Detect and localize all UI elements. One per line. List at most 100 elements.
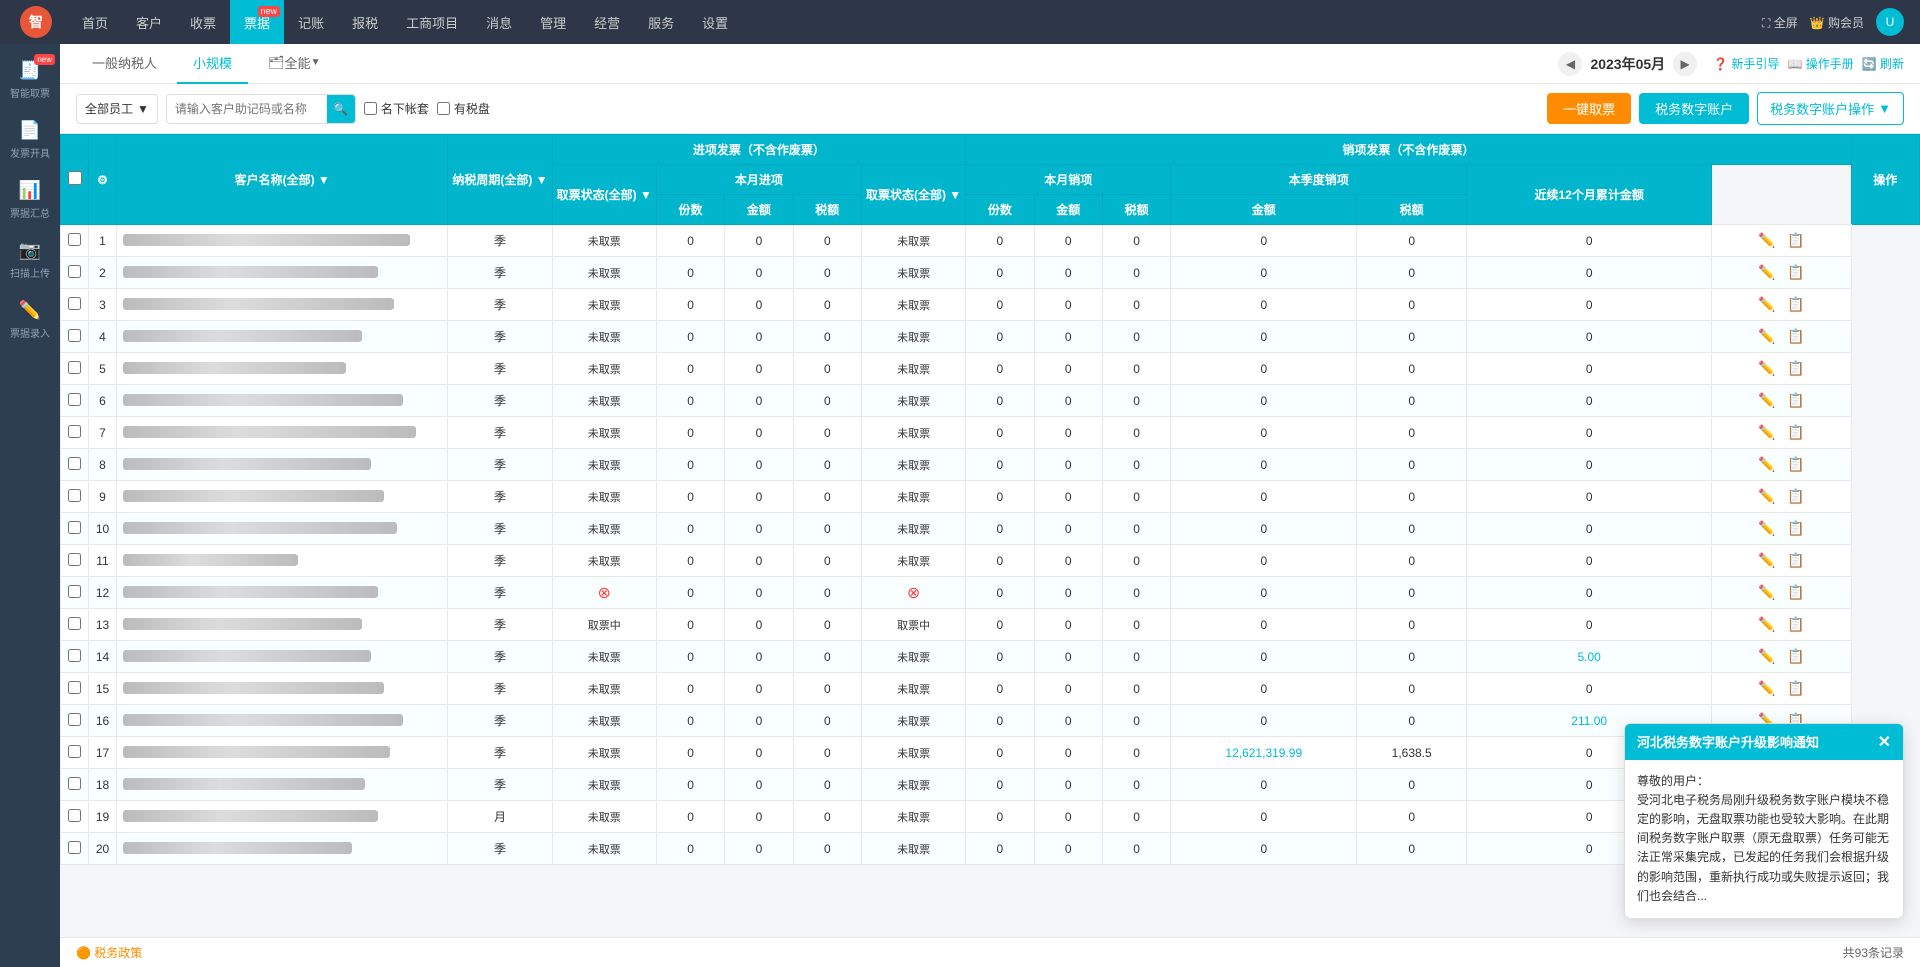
tax-disc-checkbox[interactable]: 有税盘: [437, 100, 490, 117]
edit-btn[interactable]: ✏️: [1754, 550, 1779, 571]
row-checkbox[interactable]: [68, 553, 81, 566]
row-checkbox[interactable]: [68, 361, 81, 374]
sidebar-item-scan-upload[interactable]: 📷 扫描上传: [3, 232, 57, 288]
row-in-tax: 0: [793, 705, 861, 737]
row-checkbox[interactable]: [68, 521, 81, 534]
tax-policy-link[interactable]: 🟠 税务政策: [76, 944, 142, 961]
edit-btn[interactable]: ✏️: [1754, 646, 1779, 667]
nav-item-manage[interactable]: 管理: [526, 0, 580, 44]
nav-item-customer[interactable]: 客户: [122, 0, 176, 44]
edit-btn[interactable]: ✏️: [1754, 262, 1779, 283]
nav-item-business[interactable]: 工商项目: [392, 0, 472, 44]
edit-btn[interactable]: ✏️: [1754, 454, 1779, 475]
nav-item-operation[interactable]: 经营: [580, 0, 634, 44]
search-button[interactable]: 🔍: [327, 94, 355, 124]
row-checkbox[interactable]: [68, 393, 81, 406]
row-quarter-tax: 0: [1357, 577, 1467, 609]
one-click-invoice-btn[interactable]: 一键取票: [1547, 93, 1631, 124]
nav-item-message[interactable]: 消息: [472, 0, 526, 44]
nav-item-service[interactable]: 服务: [634, 0, 688, 44]
edit-btn[interactable]: ✏️: [1754, 230, 1779, 251]
refresh-btn[interactable]: 🔄 刷新: [1862, 55, 1904, 72]
avatar[interactable]: U: [1876, 8, 1904, 36]
nav-item-home[interactable]: 首页: [68, 0, 122, 44]
copy-btn[interactable]: 📋: [1783, 294, 1808, 315]
row-checkbox[interactable]: [68, 745, 81, 758]
edit-btn[interactable]: ✏️: [1754, 358, 1779, 379]
th-in-ticket-status[interactable]: 取票状态(全部) ▼: [552, 165, 656, 225]
sidebar-item-open-invoice[interactable]: 📄 发票开具: [3, 112, 57, 168]
in-status-text: 未取票: [588, 364, 621, 376]
member-btn[interactable]: 👑 购会员: [1810, 14, 1864, 31]
th-customer-name[interactable]: 客户名称(全部) ▼: [117, 135, 448, 225]
row-checkbox[interactable]: [68, 329, 81, 342]
edit-btn[interactable]: ✏️: [1754, 486, 1779, 507]
sub-nav-small-scale[interactable]: 小规模: [177, 44, 248, 84]
copy-btn[interactable]: 📋: [1783, 582, 1808, 603]
edit-btn[interactable]: ✏️: [1754, 614, 1779, 635]
row-checkbox[interactable]: [68, 841, 81, 854]
row-checkbox[interactable]: [68, 489, 81, 502]
th-out-ticket-status[interactable]: 取票状态(全部) ▼: [861, 165, 965, 225]
copy-btn[interactable]: 📋: [1783, 614, 1808, 635]
copy-btn[interactable]: 📋: [1783, 678, 1808, 699]
copy-btn[interactable]: 📋: [1783, 486, 1808, 507]
edit-btn[interactable]: ✏️: [1754, 390, 1779, 411]
row-checkbox[interactable]: [68, 233, 81, 246]
nav-item-tax[interactable]: 报税: [338, 0, 392, 44]
row-checkbox[interactable]: [68, 713, 81, 726]
notification-close-btn[interactable]: ✕: [1878, 732, 1891, 752]
nav-item-settings[interactable]: 设置: [688, 0, 742, 44]
tax-digital-account-btn[interactable]: 税务数字账户: [1639, 93, 1749, 124]
row-checkbox[interactable]: [68, 649, 81, 662]
row-checkbox[interactable]: [68, 681, 81, 694]
row-checkbox[interactable]: [68, 265, 81, 278]
edit-btn[interactable]: ✏️: [1754, 422, 1779, 443]
edit-btn[interactable]: ✏️: [1754, 678, 1779, 699]
sidebar-item-invoice-entry[interactable]: ✏️ 票据录入: [3, 292, 57, 348]
copy-btn[interactable]: 📋: [1783, 326, 1808, 347]
period-prev-btn[interactable]: ◀: [1558, 52, 1582, 76]
tax-disc-check[interactable]: [437, 102, 450, 115]
edit-btn[interactable]: ✏️: [1754, 582, 1779, 603]
copy-btn[interactable]: 📋: [1783, 422, 1808, 443]
row-checkbox[interactable]: [68, 585, 81, 598]
sidebar-item-invoice-summary[interactable]: 📊 票据汇总: [3, 172, 57, 228]
copy-btn[interactable]: 📋: [1783, 262, 1808, 283]
row-checkbox[interactable]: [68, 809, 81, 822]
row-checkbox[interactable]: [68, 297, 81, 310]
employee-select[interactable]: 全部员工 ▼: [76, 94, 158, 124]
tax-digital-ops-btn[interactable]: 税务数字账户操作 ▼: [1757, 92, 1904, 125]
nav-item-bookkeeping[interactable]: 记账: [284, 0, 338, 44]
row-checkbox[interactable]: [68, 617, 81, 630]
search-input[interactable]: [167, 94, 327, 124]
edit-btn[interactable]: ✏️: [1754, 294, 1779, 315]
row-checkbox[interactable]: [68, 425, 81, 438]
copy-btn[interactable]: 📋: [1783, 358, 1808, 379]
sub-nav-general-taxpayer[interactable]: 一般纳税人: [76, 44, 173, 84]
copy-btn[interactable]: 📋: [1783, 646, 1808, 667]
select-all-checkbox[interactable]: [68, 171, 82, 185]
copy-btn[interactable]: 📋: [1783, 390, 1808, 411]
edit-btn[interactable]: ✏️: [1754, 518, 1779, 539]
out-status-text: 未取票: [897, 652, 930, 664]
period-next-btn[interactable]: ▶: [1673, 52, 1697, 76]
nav-item-invoice[interactable]: 票据new: [230, 0, 284, 44]
copy-btn[interactable]: 📋: [1783, 454, 1808, 475]
copy-btn[interactable]: 📋: [1783, 550, 1808, 571]
th-tax-period[interactable]: 纳税周期(全部) ▼: [448, 135, 552, 225]
manual-btn[interactable]: 📖 操作手册: [1787, 55, 1853, 72]
row-checkbox[interactable]: [68, 777, 81, 790]
subordinate-accounts-checkbox[interactable]: 名下帐套: [364, 100, 429, 117]
copy-btn[interactable]: 📋: [1783, 230, 1808, 251]
row-checkbox[interactable]: [68, 457, 81, 470]
sub-nav-all[interactable]: 🗂 全能 ▼: [252, 44, 336, 84]
notification-title: 河北税务数字账户升级影响通知: [1637, 732, 1819, 751]
nav-item-receipt[interactable]: 收票: [176, 0, 230, 44]
fullscreen-btn[interactable]: ⛶ 全屏: [1762, 14, 1798, 31]
copy-btn[interactable]: 📋: [1783, 518, 1808, 539]
guide-btn[interactable]: ❓ 新手引导: [1713, 55, 1779, 72]
subordinate-accounts-check[interactable]: [364, 102, 377, 115]
edit-btn[interactable]: ✏️: [1754, 326, 1779, 347]
sidebar-item-intelligent-invoice[interactable]: 🧾 智能取票 new: [3, 52, 57, 108]
